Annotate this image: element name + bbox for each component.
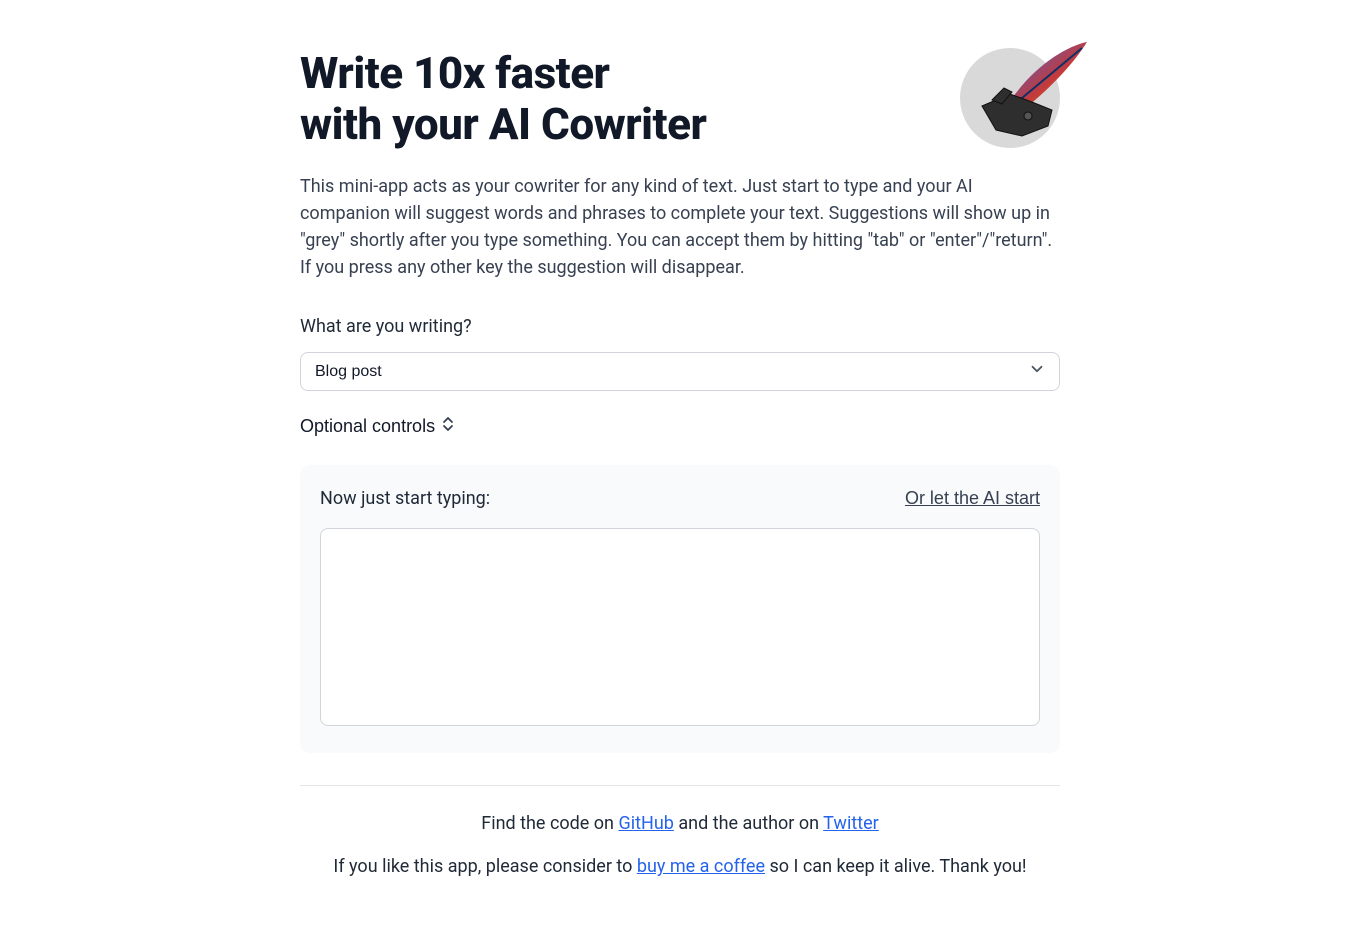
twitter-link[interactable]: Twitter (823, 813, 879, 834)
editor-textarea[interactable] (320, 528, 1040, 726)
editor-header: Now just start typing: Or let the AI sta… (320, 485, 1040, 512)
app-description: This mini-app acts as your cowriter for … (300, 173, 1060, 281)
footer-text: so I can keep it alive. Thank you! (765, 856, 1027, 877)
page-title: Write 10x faster with your AI Cowriter (300, 48, 706, 149)
footer-text: If you like this app, please consider to (333, 856, 636, 877)
writing-type-select[interactable]: Blog post (300, 352, 1060, 391)
header-row: Write 10x faster with your AI Cowriter (300, 48, 1060, 149)
chevron-up-down-icon (441, 416, 455, 437)
buy-coffee-link[interactable]: buy me a coffee (637, 856, 765, 877)
footer-text: Find the code on (481, 813, 618, 834)
editor-card: Now just start typing: Or let the AI sta… (300, 465, 1060, 753)
writing-type-label: What are you writing? (300, 313, 1060, 340)
footer-line-2: If you like this app, please consider to… (300, 853, 1060, 880)
app-logo (960, 48, 1060, 148)
footer-text: and the author on (674, 813, 823, 834)
optional-controls-toggle[interactable]: Optional controls (300, 416, 455, 437)
footer-line-1: Find the code on GitHub and the author o… (300, 810, 1060, 837)
title-line-1: Write 10x faster (300, 47, 609, 99)
page-container: Write 10x faster with your AI Cowriter (280, 0, 1080, 936)
editor-prompt-label: Now just start typing: (320, 485, 490, 512)
optional-controls-label: Optional controls (300, 416, 435, 437)
footer-divider (300, 785, 1060, 786)
github-link[interactable]: GitHub (618, 813, 673, 834)
robot-hand-quill-icon (952, 36, 1092, 156)
title-line-2: with your AI Cowriter (300, 98, 706, 150)
ai-start-link[interactable]: Or let the AI start (905, 488, 1040, 509)
writing-type-select-wrap: Blog post (300, 352, 1060, 391)
footer: Find the code on GitHub and the author o… (300, 810, 1060, 880)
